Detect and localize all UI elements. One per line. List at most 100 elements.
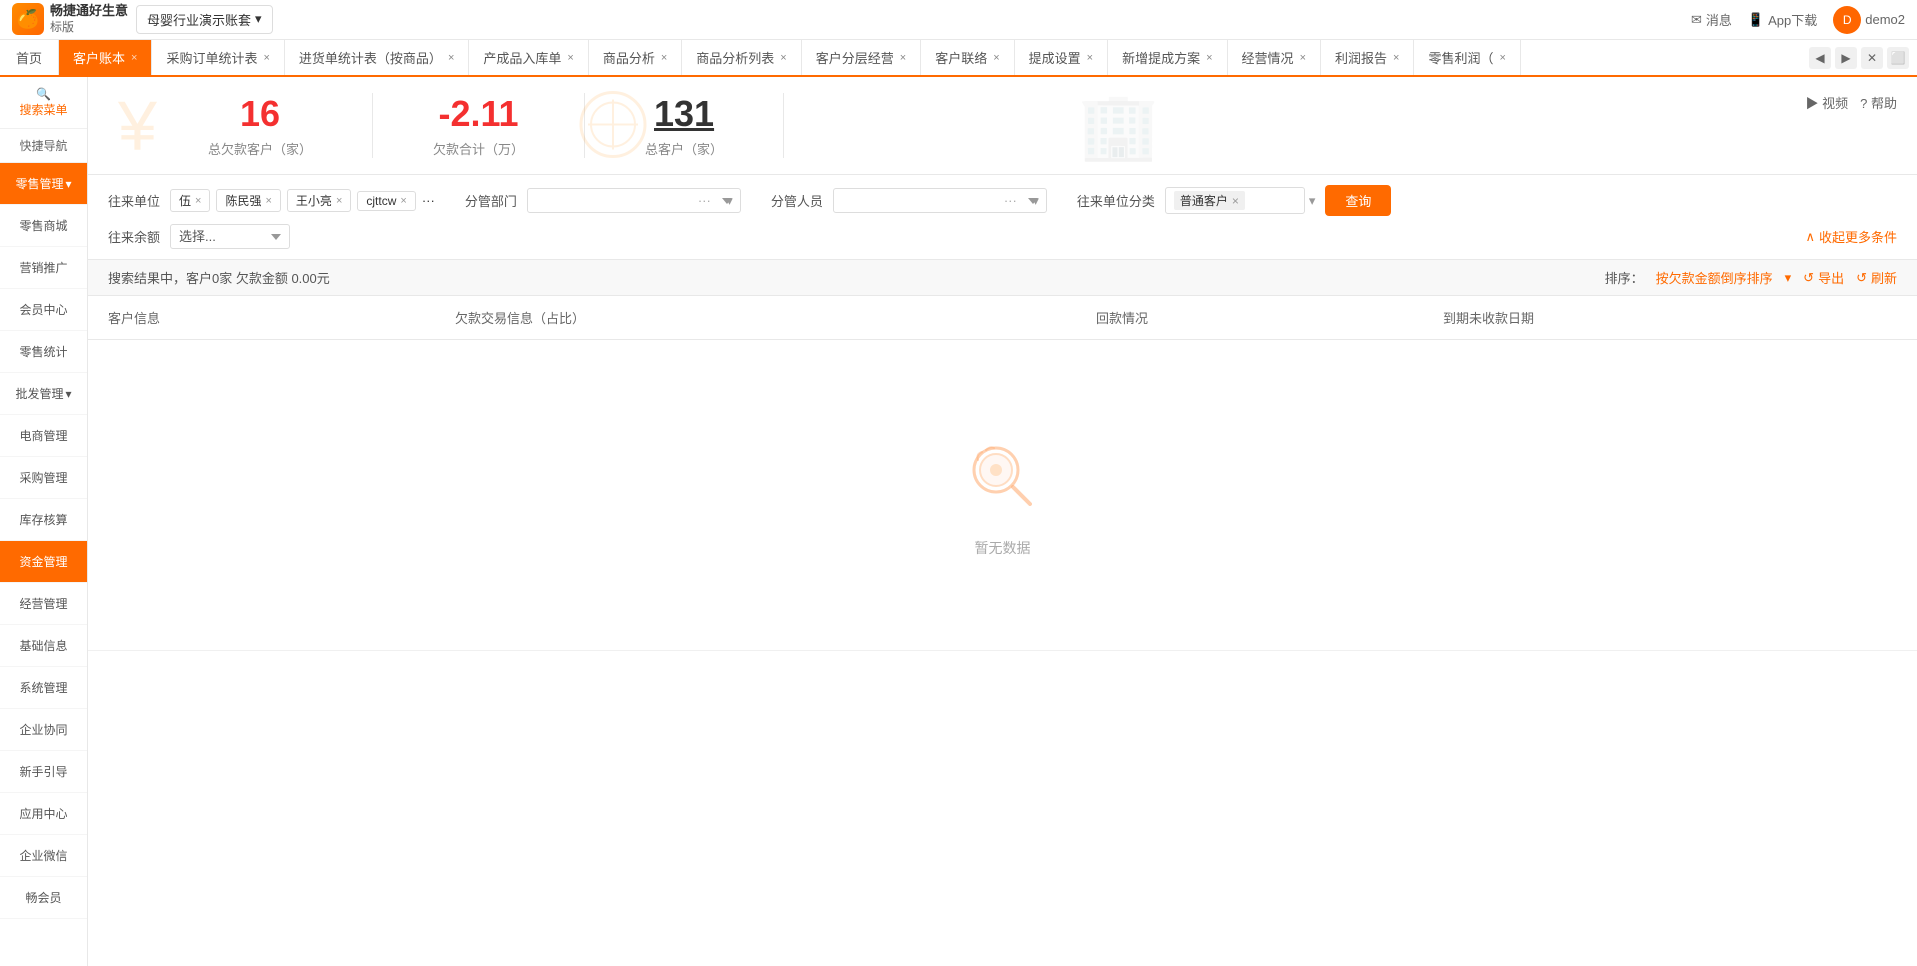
- close-icon[interactable]: ×: [780, 52, 786, 64]
- message-button[interactable]: ✉ 消息: [1691, 10, 1732, 29]
- sidebar-item-vip-label: 畅会员: [25, 891, 61, 905]
- close-icon[interactable]: ×: [1300, 52, 1306, 64]
- tab-retail-profit[interactable]: 零售利润（ ×: [1414, 40, 1520, 75]
- close-icon[interactable]: ×: [993, 52, 999, 64]
- sort-value[interactable]: 按欠款金额倒序排序: [1656, 268, 1773, 287]
- phone-icon: 📱: [1748, 12, 1764, 28]
- close-icon[interactable]: ×: [1087, 52, 1093, 64]
- top-bar-right: ✉ 消息 📱 App下载 D demo2: [1691, 6, 1905, 34]
- sidebar-item-app[interactable]: 应用中心: [0, 793, 87, 835]
- close-icon[interactable]: ×: [661, 52, 667, 64]
- sidebar-item-member[interactable]: 会员中心: [0, 289, 87, 331]
- close-icon[interactable]: ×: [1393, 52, 1399, 64]
- sidebar-item-enterprise[interactable]: 企业协同: [0, 709, 87, 751]
- tab-restore[interactable]: ⬜: [1887, 47, 1909, 69]
- tab-scroll-right[interactable]: ▶: [1835, 47, 1857, 69]
- home-tab-label: 首页: [16, 48, 42, 67]
- sidebar-item-funds[interactable]: 资金管理: [0, 541, 87, 583]
- sidebar-item-wechat-label: 企业微信: [19, 849, 67, 863]
- filter-tag-cjttcw-close[interactable]: ×: [400, 195, 406, 207]
- sidebar-item-batch[interactable]: 批发管理 ▾: [0, 373, 87, 415]
- close-icon[interactable]: ×: [448, 52, 454, 64]
- refresh-button[interactable]: ↺ 刷新: [1856, 268, 1897, 287]
- tab-label: 提成设置: [1029, 48, 1081, 67]
- top-bar: 🍊 畅捷通好生意 标版 母婴行业演示账套 ▾ ✉ 消息 📱 App下载: [0, 0, 1917, 40]
- person-chevron-icon: ▾: [1032, 193, 1039, 209]
- dept-label: 分管部门: [465, 191, 517, 210]
- help-button[interactable]: ? 帮助: [1860, 93, 1897, 112]
- tab-customer-contact[interactable]: 客户联络 ×: [921, 40, 1014, 75]
- sidebar-item-ecommerce[interactable]: 电商管理: [0, 415, 87, 457]
- tab-promotion-settings[interactable]: 提成设置 ×: [1015, 40, 1108, 75]
- tab-home[interactable]: 首页: [0, 40, 59, 75]
- tab-product-instock[interactable]: 产成品入库单 ×: [469, 40, 588, 75]
- tab-label: 采购订单统计表: [166, 48, 257, 67]
- sidebar-item-operations[interactable]: 经营管理: [0, 583, 87, 625]
- classification-label: 往来单位分类: [1077, 191, 1155, 210]
- sidebar-item-vip[interactable]: 畅会员: [0, 877, 87, 919]
- sidebar-item-marketing-label: 营销推广: [19, 261, 67, 275]
- partner-unit-label: 往来单位: [108, 191, 160, 210]
- tab-scroll-left[interactable]: ◀: [1809, 47, 1831, 69]
- export-button[interactable]: ↺ 导出: [1803, 268, 1844, 287]
- filter-tag-wang-close[interactable]: ×: [336, 195, 342, 207]
- video-help-button[interactable]: ▶ 视频: [1805, 93, 1848, 112]
- sidebar-item-inventory[interactable]: 库存核算: [0, 499, 87, 541]
- filter-tag-chen-label: 陈民强: [225, 192, 261, 209]
- close-icon[interactable]: ×: [131, 52, 137, 64]
- refresh-circle-icon: ↺: [1803, 270, 1814, 286]
- account-selector[interactable]: 母婴行业演示账套 ▾: [136, 5, 273, 34]
- sidebar-item-batch-label: 批发管理: [15, 385, 63, 402]
- sidebar-search[interactable]: 🔍 搜索菜单: [0, 77, 87, 129]
- close-icon[interactable]: ×: [263, 52, 269, 64]
- sort-chevron-icon: ▾: [1785, 270, 1792, 286]
- sidebar-item-system[interactable]: 系统管理: [0, 667, 87, 709]
- query-button[interactable]: 查询: [1325, 185, 1391, 216]
- close-icon[interactable]: ×: [1499, 52, 1505, 64]
- dept-select-wrapper: ··· ▾: [527, 188, 741, 213]
- dept-clear-icon[interactable]: ···: [698, 193, 711, 208]
- sidebar-item-retail-stats[interactable]: 零售统计: [0, 331, 87, 373]
- tab-customer-capital[interactable]: 客户账本 ×: [59, 40, 152, 75]
- sidebar-item-marketing[interactable]: 营销推广: [0, 247, 87, 289]
- sidebar-item-guide[interactable]: 新手引导: [0, 751, 87, 793]
- table-body: 暂无数据: [88, 340, 1917, 651]
- tab-purchase-order[interactable]: 采购订单统计表 ×: [152, 40, 284, 75]
- close-icon[interactable]: ×: [1206, 52, 1212, 64]
- close-icon[interactable]: ×: [900, 52, 906, 64]
- tab-label: 新增提成方案: [1122, 48, 1200, 67]
- tab-customer-segment[interactable]: 客户分层经营 ×: [802, 40, 921, 75]
- sidebar-item-inventory-label: 库存核算: [19, 513, 67, 527]
- tab-stock-stats[interactable]: 进货单统计表（按商品） ×: [285, 40, 469, 75]
- tab-goods-analysis-list[interactable]: 商品分析列表 ×: [682, 40, 801, 75]
- sidebar-item-wechat[interactable]: 企业微信: [0, 835, 87, 877]
- sidebar-quick-nav[interactable]: 快捷导航: [0, 129, 87, 163]
- app-download-button[interactable]: 📱 App下载: [1748, 10, 1817, 29]
- tab-close-all[interactable]: ✕: [1861, 47, 1883, 69]
- sidebar-item-retail-mall[interactable]: 零售商城: [0, 205, 87, 247]
- tab-new-promotion[interactable]: 新增提成方案 ×: [1108, 40, 1227, 75]
- tab-profit-report[interactable]: 利润报告 ×: [1321, 40, 1414, 75]
- person-clear-icon[interactable]: ···: [1004, 193, 1017, 208]
- sidebar-item-purchase[interactable]: 采购管理: [0, 457, 87, 499]
- tab-goods-analysis[interactable]: 商品分析 ×: [589, 40, 682, 75]
- user-menu[interactable]: D demo2: [1833, 6, 1905, 34]
- tab-operations[interactable]: 经营情况 ×: [1228, 40, 1321, 75]
- collapse-btn[interactable]: ∧ 收起更多条件: [1805, 227, 1897, 246]
- tab-label: 进货单统计表（按商品）: [299, 48, 442, 67]
- sidebar-item-basic[interactable]: 基础信息: [0, 625, 87, 667]
- results-info: 搜索结果中，客户0家 欠款金额 0.00元: [108, 268, 330, 287]
- sidebar-item-retail[interactable]: 零售管理 ▾: [0, 163, 87, 205]
- filter-tag-cjttcw-label: cjttcw: [366, 194, 396, 208]
- filter-tag-wu-close[interactable]: ×: [195, 195, 201, 207]
- filter-tag-chen-close[interactable]: ×: [265, 195, 271, 207]
- query-label: 查询: [1345, 194, 1371, 209]
- empty-illustration: [958, 432, 1048, 522]
- top-bar-left: 🍊 畅捷通好生意 标版 母婴行业演示账套 ▾: [12, 3, 273, 35]
- empty-text-label: 暂无数据: [975, 538, 1031, 558]
- filter-tag-more[interactable]: ···: [422, 193, 435, 208]
- classification-tag-close[interactable]: ×: [1232, 194, 1239, 208]
- remainder-select[interactable]: 选择...: [170, 224, 290, 249]
- building-watermark: 🏢: [1078, 88, 1159, 164]
- close-icon[interactable]: ×: [567, 52, 573, 64]
